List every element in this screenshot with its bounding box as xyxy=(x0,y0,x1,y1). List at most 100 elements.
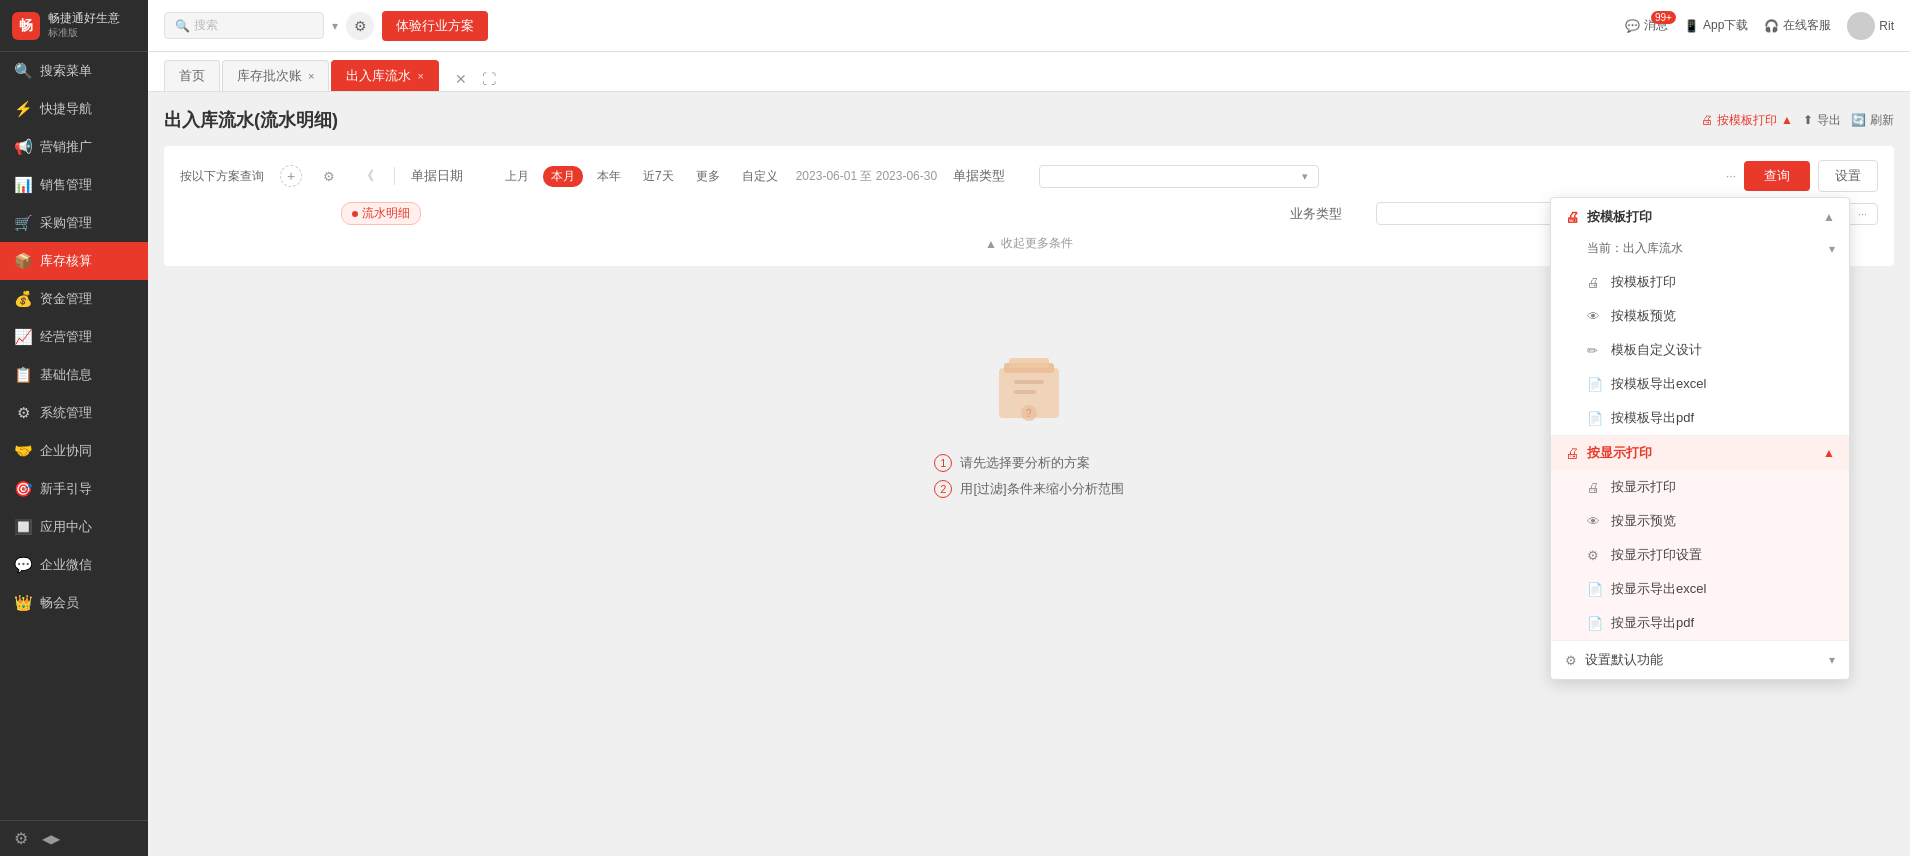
export-label: 导出 xyxy=(1817,112,1841,129)
svg-text:?: ? xyxy=(1026,408,1032,419)
user-avatar[interactable]: Rit xyxy=(1847,12,1894,40)
sidebar-item-label: 应用中心 xyxy=(40,518,92,536)
maximize-button[interactable]: ⛶ xyxy=(477,67,501,91)
current-template-row: 当前：出入库流水 ▾ xyxy=(1551,236,1849,265)
filter-settings-button[interactable]: ⚙ xyxy=(318,165,340,187)
set-default-footer[interactable]: ⚙ 设置默认功能 ▾ xyxy=(1551,641,1849,679)
clipboard-icon: 📋 xyxy=(14,366,32,384)
sidebar-bottom: ⚙ ◀▶ xyxy=(0,820,148,856)
printer-icon: 🖨 xyxy=(1701,113,1713,127)
settings-icon: ⚙ xyxy=(1565,653,1577,668)
tabs-bar: 首页 库存批次账 × 出入库流水 × ✕ ⛶ xyxy=(148,52,1910,92)
date-tab-current-year[interactable]: 本年 xyxy=(589,166,629,187)
sidebar-item-system[interactable]: ⚙ 系统管理 xyxy=(0,394,148,432)
display-export-excel-item[interactable]: 📄 按显示导出excel xyxy=(1551,572,1849,606)
sidebar-item-finance[interactable]: 💰 资金管理 xyxy=(0,280,148,318)
tab-flow-label: 出入库流水 xyxy=(346,67,411,85)
display-preview-item[interactable]: 👁 按显示预览 xyxy=(1551,504,1849,538)
query-button[interactable]: 查询 xyxy=(1744,161,1810,191)
sidebar-item-basic-info[interactable]: 📋 基础信息 xyxy=(0,356,148,394)
template-print-header-left: 🖨 按模板打印 xyxy=(1565,208,1652,226)
sidebar-item-app-center[interactable]: 🔲 应用中心 xyxy=(0,508,148,546)
date-tab-custom[interactable]: 自定义 xyxy=(734,166,786,187)
date-tab-more[interactable]: 更多 xyxy=(688,166,728,187)
template-preview-label: 按模板预览 xyxy=(1611,307,1676,325)
sidebar-item-guide[interactable]: 🎯 新手引导 xyxy=(0,470,148,508)
chevron-down-icon[interactable]: ▾ xyxy=(1829,242,1835,256)
industry-solution-button[interactable]: 体验行业方案 xyxy=(382,11,488,41)
settings-icon[interactable]: ⚙ xyxy=(14,829,28,848)
sidebar-item-operations[interactable]: 📈 经营管理 xyxy=(0,318,148,356)
printer-icon: 🖨 xyxy=(1587,275,1603,290)
display-export-pdf-label: 按显示导出pdf xyxy=(1611,614,1694,632)
handshake-icon: 🤝 xyxy=(14,442,32,460)
display-print-section: 🖨 按显示打印 ▲ 🖨 按显示打印 👁 按显示预览 ⚙ 按显示打印设置 xyxy=(1551,436,1849,641)
doctype-select[interactable]: ▾ xyxy=(1039,165,1319,188)
more-options-icon[interactable]: ··· xyxy=(1726,169,1736,183)
tab-batch-account-close[interactable]: × xyxy=(308,70,314,82)
display-export-excel-label: 按显示导出excel xyxy=(1611,580,1706,598)
sidebar-item-marketing[interactable]: 📢 营销推广 xyxy=(0,128,148,166)
print-template-button[interactable]: 🖨 按模板打印 ▲ xyxy=(1701,112,1793,129)
online-service-button[interactable]: 🎧 在线客服 xyxy=(1764,17,1831,34)
display-print-settings-item[interactable]: ⚙ 按显示打印设置 xyxy=(1551,538,1849,572)
message-icon: 💬 xyxy=(1625,19,1640,33)
template-design-item[interactable]: ✏ 模板自定义设计 xyxy=(1551,333,1849,367)
sidebar-item-quick-nav[interactable]: ⚡ 快捷导航 xyxy=(0,90,148,128)
set-button[interactable]: 设置 xyxy=(1818,160,1878,192)
sidebar-item-member[interactable]: 👑 畅会员 xyxy=(0,584,148,622)
sidebar-item-label: 系统管理 xyxy=(40,404,92,422)
refresh-button[interactable]: 🔄 刷新 xyxy=(1851,112,1894,129)
printer-icon: 🖨 xyxy=(1565,445,1579,461)
sidebar-item-sales[interactable]: 📊 销售管理 xyxy=(0,166,148,204)
sidebar-item-purchase[interactable]: 🛒 采购管理 xyxy=(0,204,148,242)
avatar xyxy=(1847,12,1875,40)
tab-flow[interactable]: 出入库流水 × xyxy=(331,60,438,91)
sidebar-item-label: 经营管理 xyxy=(40,328,92,346)
settings-button[interactable]: ⚙ xyxy=(346,12,374,40)
doctype-filter-label: 单据类型 xyxy=(953,167,1023,185)
display-print-title: 按显示打印 xyxy=(1587,444,1652,462)
business-type-select[interactable]: ▾ xyxy=(1376,202,1576,225)
message-button[interactable]: 💬 消息 99+ xyxy=(1625,17,1668,34)
topbar-left: 🔍 搜索 ▾ ⚙ 体验行业方案 xyxy=(164,11,1615,41)
template-export-excel-item[interactable]: 📄 按模板导出excel xyxy=(1551,367,1849,401)
template-preview-item[interactable]: 👁 按模板预览 xyxy=(1551,299,1849,333)
display-print-item[interactable]: 🖨 按显示打印 xyxy=(1551,470,1849,504)
display-export-pdf-item[interactable]: 📄 按显示导出pdf xyxy=(1551,606,1849,640)
template-print-item[interactable]: 🖨 按模板打印 xyxy=(1551,265,1849,299)
topbar-search[interactable]: 🔍 搜索 xyxy=(164,12,324,39)
megaphone-icon: 📢 xyxy=(14,138,32,156)
date-tab-last-7[interactable]: 近7天 xyxy=(635,166,682,187)
svg-rect-4 xyxy=(1014,390,1036,394)
sidebar-item-inventory[interactable]: 📦 库存核算 xyxy=(0,242,148,280)
sidebar-item-cooperation[interactable]: 🤝 企业协同 xyxy=(0,432,148,470)
template-export-pdf-item[interactable]: 📄 按模板导出pdf xyxy=(1551,401,1849,435)
filter-tag[interactable]: 流水明细 xyxy=(341,202,421,225)
phone-icon: 📱 xyxy=(1684,19,1699,33)
sidebar-item-wechat[interactable]: 💬 企业微信 xyxy=(0,546,148,584)
close-tab-button[interactable]: ✕ xyxy=(449,67,473,91)
display-print-header[interactable]: 🖨 按显示打印 ▲ xyxy=(1551,436,1849,470)
app-download-label: App下载 xyxy=(1703,17,1748,34)
filter-add-button[interactable]: + xyxy=(280,165,302,187)
empty-steps: 1 请先选择要分析的方案 2 用[过滤]条件来缩小分析范围 xyxy=(934,454,1123,506)
sidebar-item-label: 搜索菜单 xyxy=(40,62,92,80)
collapse-icon[interactable]: ◀▶ xyxy=(42,832,60,846)
sidebar-item-search-menu[interactable]: 🔍 搜索菜单 xyxy=(0,52,148,90)
more-icon: ··· xyxy=(1858,208,1867,220)
date-tab-current-month[interactable]: 本月 xyxy=(543,166,583,187)
chevron-down-icon[interactable]: ▾ xyxy=(332,19,338,33)
separator xyxy=(394,167,395,185)
sidebar-item-label: 采购管理 xyxy=(40,214,92,232)
template-print-header[interactable]: 🖨 按模板打印 ▲ xyxy=(1551,198,1849,236)
app-download-button[interactable]: 📱 App下载 xyxy=(1684,17,1748,34)
filter-collapse-icon[interactable]: 《 xyxy=(356,165,378,187)
tab-flow-close[interactable]: × xyxy=(417,70,423,82)
export-button[interactable]: ⬆ 导出 xyxy=(1803,112,1841,129)
tab-batch-account[interactable]: 库存批次账 × xyxy=(222,60,329,91)
date-tab-last-month[interactable]: 上月 xyxy=(497,166,537,187)
chevron-up-icon: ▲ xyxy=(985,237,997,251)
collapse-button[interactable]: ▲ 收起更多条件 xyxy=(985,235,1073,252)
tab-home[interactable]: 首页 xyxy=(164,60,220,91)
